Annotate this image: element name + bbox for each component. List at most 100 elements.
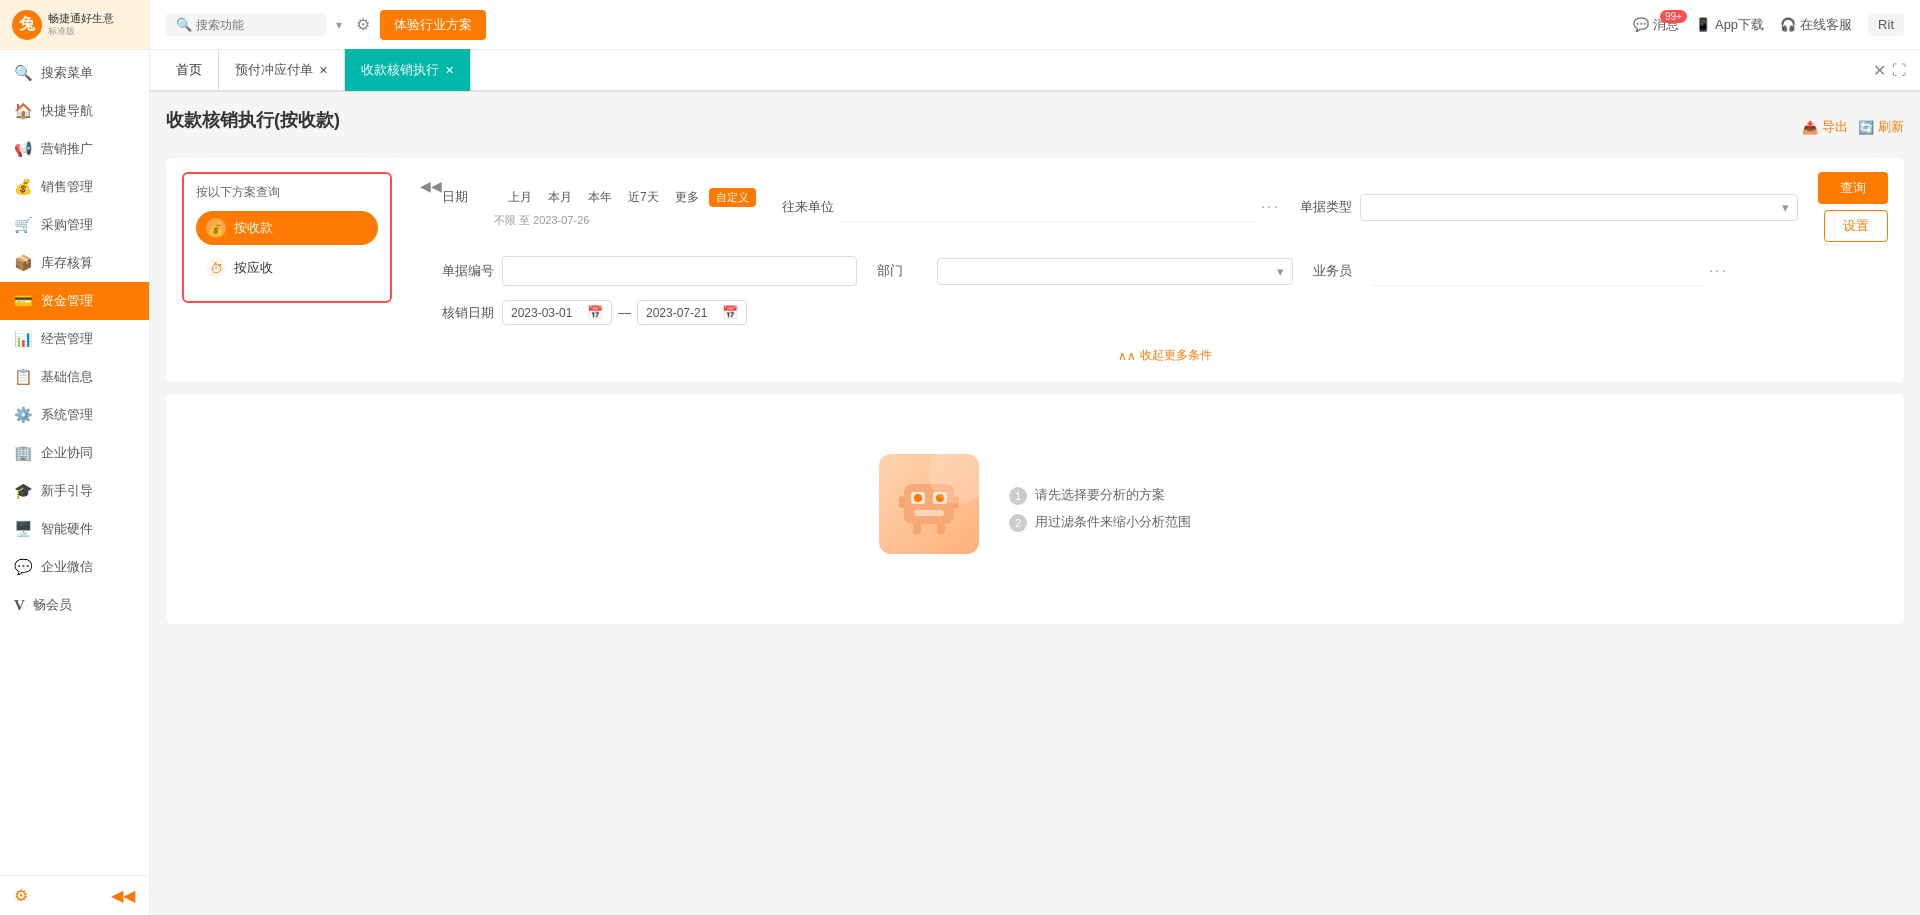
empty-step-1: 1 请先选择要分析的方案 <box>1009 486 1191 505</box>
date-shortcut-lastmonth[interactable]: 上月 <box>502 187 538 208</box>
sidebar-item-operations[interactable]: 📊 经营管理 <box>0 320 149 358</box>
sidebar-item-system[interactable]: ⚙️ 系统管理 <box>0 396 149 434</box>
page-top-actions: 📤 导出 🔄 刷新 <box>1802 118 1904 136</box>
writeoff-date-field: 核销日期 2023-03-01 📅 — 2023-07-21 📅 <box>442 300 747 325</box>
date-label: 日期 <box>442 188 494 206</box>
collapse-more-button[interactable]: ∧∧ 收起更多条件 <box>1118 339 1212 368</box>
settings-icon[interactable]: ⚙ <box>14 886 28 905</box>
refresh-button[interactable]: 🔄 刷新 <box>1858 118 1904 136</box>
by-collection-icon: 💰 <box>206 218 226 238</box>
sidebar-nav: 🔍 搜索菜单 🏠 快捷导航 📢 营销推广 💰 销售管理 🛒 采购管理 📦 库存核… <box>0 50 149 875</box>
filter-panel-title: 按以下方案查询 <box>196 184 378 201</box>
tabbar-window-actions: ✕ ⛶ <box>1873 61 1910 80</box>
basicinfo-icon: 📋 <box>14 368 33 386</box>
filter-left-collapse-icon[interactable]: ◀◀ <box>420 176 442 194</box>
sidebar-item-enterprise[interactable]: 🏢 企业协同 <box>0 434 149 472</box>
logo-icon: 兔 <box>12 10 42 40</box>
date-shortcut-thisyear[interactable]: 本年 <box>582 187 618 208</box>
query-button[interactable]: 查询 <box>1818 172 1888 204</box>
sidebar-collapse-icon[interactable]: ◀◀ <box>111 886 135 905</box>
staff-label: 业务员 <box>1313 262 1365 280</box>
sidebar-item-label: 搜索菜单 <box>41 64 93 82</box>
filter-row-3: 核销日期 2023-03-01 📅 — 2023-07-21 📅 <box>442 300 1888 325</box>
writeoff-start-cal-icon[interactable]: 📅 <box>587 305 603 320</box>
settings-button[interactable]: 设置 <box>1824 210 1888 242</box>
partner-field: 往来单位 ··· <box>782 192 1280 222</box>
search-input[interactable] <box>196 18 316 32</box>
tab-prepay[interactable]: 预付冲应付单 ✕ <box>219 49 345 91</box>
bill-type-dropdown[interactable]: ▾ <box>1360 194 1798 221</box>
topbar-dropdown-icon[interactable]: ▾ <box>336 18 342 32</box>
logo-text: 畅捷通好生意 <box>48 11 114 25</box>
step-2-number: 2 <box>1009 514 1027 532</box>
collapse-more-label: 收起更多条件 <box>1140 347 1212 364</box>
sidebar-item-wechat[interactable]: 💬 企业微信 <box>0 548 149 586</box>
sidebar-item-purchase[interactable]: 🛒 采购管理 <box>0 206 149 244</box>
topbar-search[interactable]: 🔍 <box>166 13 326 36</box>
sidebar-item-label: 经营管理 <box>41 330 93 348</box>
tab-prepay-close[interactable]: ✕ <box>319 64 328 77</box>
date-shortcut-thismonth[interactable]: 本月 <box>542 187 578 208</box>
sidebar-item-finance[interactable]: 💳 资金管理 <box>0 282 149 320</box>
empty-step-2: 2 用过滤条件来缩小分析范围 <box>1009 513 1191 532</box>
sidebar-item-inventory[interactable]: 📦 库存核算 <box>0 244 149 282</box>
app-download-button[interactable]: 📱 App下载 <box>1695 16 1764 34</box>
tab-collection[interactable]: 收款核销执行 ✕ <box>345 49 471 91</box>
date-custom-tag[interactable]: 自定义 <box>709 188 756 207</box>
writeoff-end-value: 2023-07-21 <box>646 306 707 320</box>
sidebar-item-sales[interactable]: 💰 销售管理 <box>0 168 149 206</box>
sidebar-item-label: 智能硬件 <box>41 520 93 538</box>
sidebar-item-search[interactable]: 🔍 搜索菜单 <box>0 54 149 92</box>
sidebar-item-member[interactable]: V 畅会员 <box>0 586 149 624</box>
writeoff-end-cal-icon[interactable]: 📅 <box>722 305 738 320</box>
writeoff-date-end-input[interactable]: 2023-07-21 📅 <box>637 300 747 325</box>
sidebar-item-marketing[interactable]: 📢 营销推广 <box>0 130 149 168</box>
svg-point-3 <box>914 494 922 502</box>
date-shortcut-more[interactable]: 更多 <box>669 187 705 208</box>
filter-section: 按以下方案查询 💰 按收款 ⏱ 按应收 ◀◀ <box>166 158 1904 382</box>
staff-more-btn[interactable]: ··· <box>1709 262 1728 280</box>
filter-row-2: 单据编号 部门 ▾ 业务员 ··· <box>442 256 1888 286</box>
tab-home-label: 首页 <box>176 61 202 79</box>
collapse-chevron-icon: ∧∧ <box>1118 349 1136 363</box>
msg-button[interactable]: 💬 消息 99+ <box>1633 16 1679 34</box>
quick-nav-icon: 🏠 <box>14 102 33 120</box>
tab-collection-close[interactable]: ✕ <box>445 64 454 77</box>
partner-more-btn[interactable]: ··· <box>1261 198 1280 216</box>
topbar-gear-icon[interactable]: ⚙ <box>356 15 370 34</box>
filter-option-by-collection[interactable]: 💰 按收款 <box>196 211 378 245</box>
writeoff-date-start-input[interactable]: 2023-03-01 📅 <box>502 300 612 325</box>
main-area: 🔍 ▾ ⚙ 体验行业方案 💬 消息 99+ 📱 App下载 🎧 在线客服 Rit <box>150 0 1920 915</box>
step-1-text: 请先选择要分析的方案 <box>1035 486 1165 504</box>
writeoff-start-value: 2023-03-01 <box>511 306 572 320</box>
search-icon: 🔍 <box>176 17 192 32</box>
username-display[interactable]: Rit <box>1868 13 1904 36</box>
guide-icon: 🎓 <box>14 482 33 500</box>
sidebar-item-guide[interactable]: 🎓 新手引导 <box>0 472 149 510</box>
sidebar-item-hardware[interactable]: 🖥️ 智能硬件 <box>0 510 149 548</box>
tab-home[interactable]: 首页 <box>160 49 219 91</box>
staff-field: 业务员 ··· <box>1313 256 1728 286</box>
sidebar-item-basicinfo[interactable]: 📋 基础信息 <box>0 358 149 396</box>
solution-button[interactable]: 体验行业方案 <box>380 10 486 40</box>
department-label: 部门 <box>877 262 929 280</box>
department-chevron: ▾ <box>1277 264 1284 279</box>
online-service-button[interactable]: 🎧 在线客服 <box>1780 16 1852 34</box>
member-icon: V <box>14 597 25 614</box>
export-button[interactable]: 📤 导出 <box>1802 118 1848 136</box>
bill-type-field: 单据类型 ▾ <box>1300 194 1798 221</box>
window-expand-icon[interactable]: ⛶ <box>1892 62 1906 78</box>
empty-state: 1 请先选择要分析的方案 2 用过滤条件来缩小分析范围 <box>166 394 1904 624</box>
sidebar-logo: 兔 畅捷通好生意 标准版 <box>0 0 149 50</box>
bill-type-label: 单据类型 <box>1300 198 1352 216</box>
bill-no-field: 单据编号 <box>442 256 857 286</box>
sidebar-item-label: 采购管理 <box>41 216 93 234</box>
filter-action-btns: 查询 设置 <box>1818 172 1888 242</box>
window-close-icon[interactable]: ✕ <box>1873 61 1886 80</box>
filter-option-by-receivable[interactable]: ⏱ 按应收 <box>196 251 378 285</box>
date-shortcut-7days[interactable]: 近7天 <box>622 187 665 208</box>
department-dropdown[interactable]: ▾ <box>937 258 1292 285</box>
sidebar-item-quicknav[interactable]: 🏠 快捷导航 <box>0 92 149 130</box>
finance-icon: 💳 <box>14 292 33 310</box>
inventory-icon: 📦 <box>14 254 33 272</box>
